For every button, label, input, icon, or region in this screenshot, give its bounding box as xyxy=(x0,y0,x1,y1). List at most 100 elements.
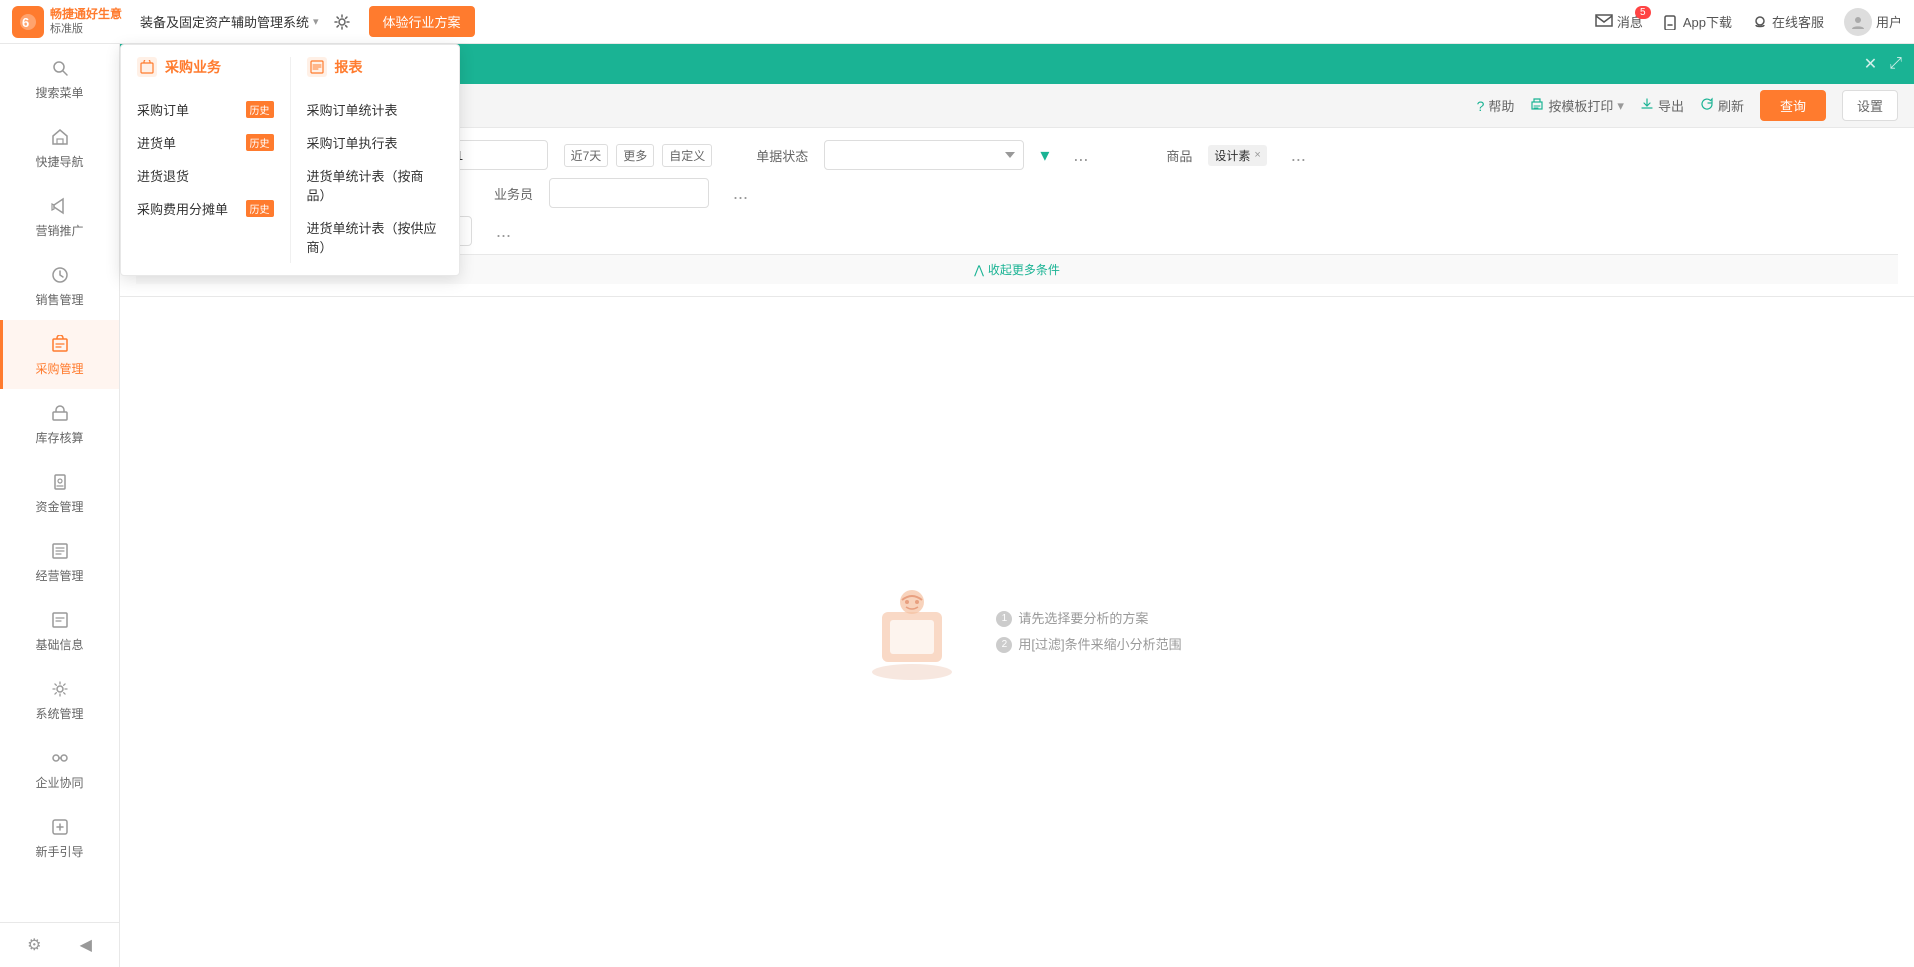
dropdown-item-purchase-order-exec[interactable]: 采购订单执行表 xyxy=(307,126,444,159)
dropdown-item-stock-stat-goods-label: 进货单统计表（按商品） xyxy=(307,166,444,204)
sidebar-label-search: 搜索菜单 xyxy=(35,84,83,101)
order-status-select[interactable] xyxy=(824,140,1024,170)
message-btn[interactable]: 消息 5 xyxy=(1595,12,1643,31)
sales-icon xyxy=(48,263,72,287)
message-badge: 5 xyxy=(1635,6,1651,19)
sidebar-label-finance: 资金管理 xyxy=(35,498,83,515)
export-icon xyxy=(1640,97,1654,114)
empty-text: 1 请先选择要分析的方案 2 用[过滤]条件来缩小分析范围 xyxy=(996,606,1181,658)
export-btn[interactable]: 导出 xyxy=(1640,96,1684,115)
date-custom-btn[interactable]: 自定义 xyxy=(662,144,712,167)
industry-btn[interactable]: 体验行业方案 xyxy=(369,6,475,37)
order-status-dropdown-icon[interactable]: ▾ xyxy=(1040,145,1049,166)
order-status-dots[interactable]: ... xyxy=(1065,145,1096,166)
empty-state: 1 请先选择要分析的方案 2 用[过滤]条件来缩小分析范围 xyxy=(120,297,1914,967)
print-btn[interactable]: 按模板打印 ▾ xyxy=(1530,96,1624,115)
sidebar-item-enterprise[interactable]: 企业协同 xyxy=(0,734,119,803)
sidebar-label-system: 系统管理 xyxy=(35,705,83,722)
purchase-order-history-badge: 历史 xyxy=(246,101,274,118)
dropdown-item-purchase-order-stat-label: 采购订单统计表 xyxy=(307,100,398,119)
goods-tag-close[interactable]: × xyxy=(1254,149,1260,161)
dropdown-header-purchase-label: 采购业务 xyxy=(165,57,221,77)
home-icon xyxy=(48,125,72,149)
sidebar-settings-btn[interactable]: ⚙ xyxy=(27,935,41,955)
print-label: 按模板打印 xyxy=(1548,96,1613,115)
app-download-btn[interactable]: App下载 xyxy=(1663,12,1732,31)
step1-num: 1 xyxy=(996,611,1012,627)
sidebar-item-search[interactable]: 搜索菜单 xyxy=(0,44,119,113)
refresh-btn[interactable]: 刷新 xyxy=(1700,96,1744,115)
sidebar-item-marketing[interactable]: 营销推广 xyxy=(0,182,119,251)
dropdown-item-purchase-order[interactable]: 采购订单 历史 xyxy=(137,93,274,126)
settings-icon-btn[interactable] xyxy=(327,7,357,37)
goods-tag: 设计素 × xyxy=(1208,145,1266,166)
salesperson-label: 业务员 xyxy=(473,184,533,203)
finance-icon xyxy=(48,470,72,494)
dropdown-item-purchase-cost[interactable]: 采购费用分摊单 历史 xyxy=(137,192,274,225)
report-section-icon xyxy=(307,57,327,77)
dropdown-item-stock-return[interactable]: 进货退货 xyxy=(137,159,274,192)
purchase-dropdown-menu: 采购业务 采购订单 历史 进货单 历史 进货退货 采购费用分摊单 历史 xyxy=(120,44,460,276)
collapse-arrow-icon: ⋀ xyxy=(974,263,984,277)
dropdown-item-stock-return-label: 进货退货 xyxy=(137,166,189,185)
dropdown-col-purchase: 采购业务 采购订单 历史 进货单 历史 进货退货 采购费用分摊单 历史 xyxy=(121,57,290,263)
dropdown-item-purchase-order-exec-label: 采购订单执行表 xyxy=(307,133,398,152)
system-icon xyxy=(48,677,72,701)
purchase-section-icon xyxy=(137,57,157,77)
sidebar-item-inventory[interactable]: 库存核算 xyxy=(0,389,119,458)
dropdown-item-stock-stat-goods[interactable]: 进货单统计表（按商品） xyxy=(307,159,444,211)
guide-icon xyxy=(48,815,72,839)
top-header: 6 畅捷通好生意 标准版 装备及固定资产辅助管理系统 ▾ 体验行业方案 消息 5 xyxy=(0,0,1914,44)
sidebar-label-enterprise: 企业协同 xyxy=(35,774,83,791)
svg-text:6: 6 xyxy=(22,15,29,30)
goods-dots[interactable]: ... xyxy=(1283,145,1314,166)
dropdown-item-stock-stat-supplier-label: 进货单统计表（按供应商） xyxy=(307,218,444,256)
sidebar-item-sales[interactable]: 销售管理 xyxy=(0,251,119,320)
system-title: 装备及固定资产辅助管理系统 xyxy=(140,12,309,31)
sidebar-item-guide[interactable]: 新手引导 xyxy=(0,803,119,872)
date-more-btn[interactable]: 更多 xyxy=(616,144,654,167)
settings-small-btn[interactable]: 设置 xyxy=(1842,90,1898,121)
dropdown-item-purchase-order-stat[interactable]: 采购订单统计表 xyxy=(307,93,444,126)
date-quick-btns: 近7天 更多 自定义 xyxy=(564,144,713,167)
sidebar-label-quick-nav: 快捷导航 xyxy=(35,153,83,170)
purchase-cost-history-badge: 历史 xyxy=(246,200,274,217)
refresh-label: 刷新 xyxy=(1718,96,1744,115)
salesperson-dots[interactable]: ... xyxy=(725,183,756,204)
sidebar-item-operations[interactable]: 经营管理 xyxy=(0,527,119,596)
date-quick-7btn[interactable]: 近7天 xyxy=(564,144,609,167)
print-dropdown-arrow[interactable]: ▾ xyxy=(1617,98,1624,114)
stock-in-history-badge: 历史 xyxy=(246,134,274,151)
tab-fullscreen-icon[interactable]: ⤢ xyxy=(1885,55,1906,73)
help-icon: ? xyxy=(1477,98,1485,114)
query-btn[interactable]: 查询 xyxy=(1760,90,1826,121)
dropdown-item-stock-in[interactable]: 进货单 历史 xyxy=(137,126,274,159)
avatar xyxy=(1844,8,1872,36)
sidebar-label-basic-info: 基础信息 xyxy=(35,636,83,653)
step2-text: 用[过滤]条件来缩小分析范围 xyxy=(1018,632,1181,658)
tab-bar-right: ✕ ⤢ xyxy=(1860,44,1914,84)
sidebar-item-system[interactable]: 系统管理 xyxy=(0,665,119,734)
sidebar-item-basic-info[interactable]: 基础信息 xyxy=(0,596,119,665)
system-title-area[interactable]: 装备及固定资产辅助管理系统 ▾ xyxy=(132,12,319,31)
sidebar-label-guide: 新手引导 xyxy=(35,843,83,860)
sidebar-item-purchase[interactable]: 采购管理 xyxy=(0,320,119,389)
tab-close-icon[interactable]: ✕ xyxy=(1860,54,1881,74)
dropdown-col-report: 报表 采购订单统计表 采购订单执行表 进货单统计表（按商品） 进货单统计表（按供… xyxy=(291,57,460,263)
dropdown-item-stock-stat-supplier[interactable]: 进货单统计表（按供应商） xyxy=(307,211,444,263)
dropdown-item-purchase-cost-label: 采购费用分摊单 xyxy=(137,199,228,218)
enterprise-icon xyxy=(48,746,72,770)
customer-dots[interactable]: ... xyxy=(488,221,519,242)
sidebar-item-quick-nav[interactable]: 快捷导航 xyxy=(0,113,119,182)
sidebar-label-operations: 经营管理 xyxy=(35,567,83,584)
online-service-btn[interactable]: 在线客服 xyxy=(1752,12,1824,31)
salesperson-input[interactable] xyxy=(549,178,709,208)
basic-info-icon xyxy=(48,608,72,632)
sidebar-item-finance[interactable]: 资金管理 xyxy=(0,458,119,527)
help-btn[interactable]: ? 帮助 xyxy=(1477,96,1515,115)
user-menu-btn[interactable]: 用户 xyxy=(1844,8,1902,36)
sidebar-collapse-btn[interactable]: ◀ xyxy=(80,935,92,955)
logo-area: 6 畅捷通好生意 标准版 xyxy=(12,6,132,38)
order-status-label: 单据状态 xyxy=(748,146,808,165)
marketing-icon xyxy=(48,194,72,218)
